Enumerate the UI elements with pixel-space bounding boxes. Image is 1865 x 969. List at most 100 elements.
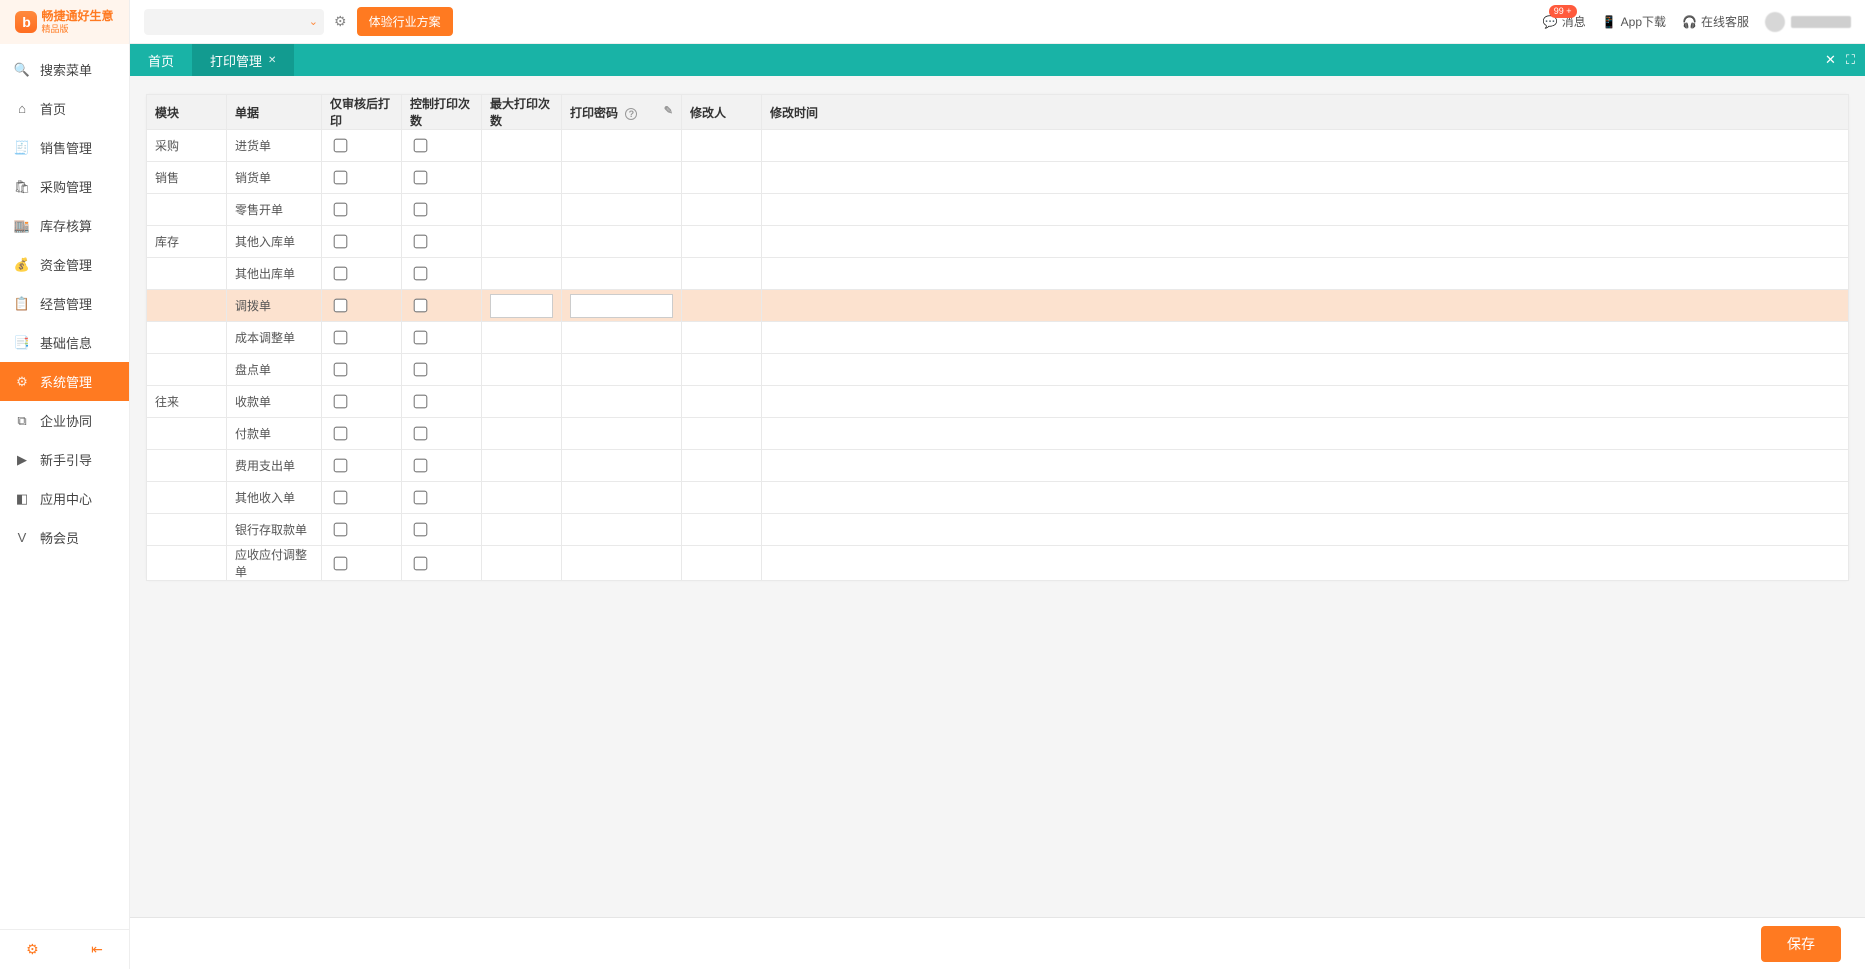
tab-print-mgmt[interactable]: 打印管理 ✕ <box>192 44 294 76</box>
sidebar-item-1[interactable]: ⌂首页 <box>0 89 129 128</box>
account-selector[interactable]: ⌄ <box>144 9 324 35</box>
user-menu[interactable] <box>1765 12 1851 32</box>
ctrl-print-checkbox[interactable] <box>414 139 428 153</box>
account-gear-icon[interactable]: ⚙ <box>334 13 347 30</box>
table-row: 应收应付调整单 <box>147 546 1849 581</box>
audit-print-checkbox[interactable] <box>334 491 348 505</box>
ctrl-print-checkbox[interactable] <box>414 171 428 185</box>
audit-print-cell <box>322 162 402 194</box>
audit-print-cell <box>322 450 402 482</box>
sidebar-item-label: 经营管理 <box>40 294 92 313</box>
sidebar-item-2[interactable]: 🧾销售管理 <box>0 128 129 167</box>
headset-icon: 🎧 <box>1682 15 1697 29</box>
audit-print-checkbox[interactable] <box>334 235 348 249</box>
sidebar-item-11[interactable]: ◧应用中心 <box>0 479 129 518</box>
ctrl-print-cell <box>402 482 482 514</box>
help-icon[interactable]: ? <box>625 108 637 120</box>
sidebar-item-7[interactable]: 📑基础信息 <box>0 323 129 362</box>
promo-button[interactable]: 体验行业方案 <box>357 7 453 36</box>
modifier-cell <box>682 418 762 450</box>
sidebar-item-icon: 🛍 <box>14 179 30 195</box>
sidebar-item-0[interactable]: 🔍搜索菜单 <box>0 50 129 89</box>
sidebar-item-label: 系统管理 <box>40 372 92 391</box>
audit-print-checkbox[interactable] <box>334 363 348 377</box>
sidebar-item-3[interactable]: 🛍采购管理 <box>0 167 129 206</box>
ctrl-print-checkbox[interactable] <box>414 331 428 345</box>
table-row: 库存其他入库单 <box>147 226 1849 258</box>
ctrl-print-checkbox[interactable] <box>414 235 428 249</box>
audit-print-checkbox[interactable] <box>334 459 348 473</box>
app-download-button[interactable]: 📱 App下载 <box>1602 13 1666 30</box>
audit-print-checkbox[interactable] <box>334 331 348 345</box>
sidebar-item-4[interactable]: 🏬库存核算 <box>0 206 129 245</box>
ctrl-print-checkbox[interactable] <box>414 363 428 377</box>
th-doc: 单据 <box>227 95 322 130</box>
ctrl-print-checkbox[interactable] <box>414 491 428 505</box>
ctrl-print-checkbox[interactable] <box>414 523 428 537</box>
modify-time-cell <box>762 194 1849 226</box>
sidebar-item-6[interactable]: 📋经营管理 <box>0 284 129 323</box>
modifier-cell <box>682 514 762 546</box>
audit-print-checkbox[interactable] <box>334 171 348 185</box>
sidebar-item-12[interactable]: V畅会员 <box>0 518 129 557</box>
max-print-cell <box>482 546 562 581</box>
modifier-cell <box>682 322 762 354</box>
sidebar-item-5[interactable]: 💰资金管理 <box>0 245 129 284</box>
audit-print-checkbox[interactable] <box>334 556 348 570</box>
close-icon[interactable]: ✕ <box>268 55 276 66</box>
sidebar-item-9[interactable]: ⧉企业协同 <box>0 401 129 440</box>
message-button[interactable]: 💬 99 + 消息 <box>1543 13 1586 30</box>
audit-print-checkbox[interactable] <box>334 395 348 409</box>
print-pwd-cell <box>562 450 682 482</box>
footer-bar: 保存 <box>130 917 1865 969</box>
ctrl-print-cell <box>402 162 482 194</box>
audit-print-cell <box>322 194 402 226</box>
sidebar-item-8[interactable]: ⚙系统管理 <box>0 362 129 401</box>
audit-print-checkbox[interactable] <box>334 299 348 313</box>
save-button[interactable]: 保存 <box>1761 926 1841 962</box>
gear-icon[interactable]: ⚙ <box>26 941 39 958</box>
fullscreen-icon[interactable]: ⛶ <box>1846 52 1855 68</box>
modify-time-cell <box>762 514 1849 546</box>
sidebar-item-icon: ⧉ <box>14 413 30 429</box>
print-pwd-cell <box>562 514 682 546</box>
ctrl-print-checkbox[interactable] <box>414 203 428 217</box>
ctrl-print-checkbox[interactable] <box>414 267 428 281</box>
doc-cell: 其他收入单 <box>227 482 322 514</box>
audit-print-checkbox[interactable] <box>334 139 348 153</box>
modifier-cell <box>682 194 762 226</box>
audit-print-cell <box>322 546 402 581</box>
audit-print-checkbox[interactable] <box>334 267 348 281</box>
audit-print-checkbox[interactable] <box>334 427 348 441</box>
table-row: 调拨单 <box>147 290 1849 322</box>
tab-home[interactable]: 首页 <box>130 44 192 76</box>
print-pwd-input[interactable] <box>570 294 673 318</box>
ctrl-print-checkbox[interactable] <box>414 299 428 313</box>
sidebar-item-icon: ⌂ <box>14 101 30 117</box>
module-cell <box>147 194 227 226</box>
audit-print-checkbox[interactable] <box>334 523 348 537</box>
tab-print-mgmt-label: 打印管理 <box>210 51 262 70</box>
modify-time-cell <box>762 354 1849 386</box>
ctrl-print-checkbox[interactable] <box>414 556 428 570</box>
doc-cell: 应收应付调整单 <box>227 546 322 581</box>
sidebar-item-icon: 🏬 <box>14 218 30 234</box>
brand-block: b 畅捷通好生意 精品版 <box>0 0 129 44</box>
edit-icon[interactable]: ✎ <box>664 104 673 117</box>
close-tab-icon[interactable]: ✕ <box>1825 52 1836 68</box>
app-download-label: App下载 <box>1621 13 1666 30</box>
collapse-icon[interactable]: ⇤ <box>91 941 103 958</box>
ctrl-print-checkbox[interactable] <box>414 395 428 409</box>
th-print-pwd: 打印密码 ? ✎ <box>562 95 682 130</box>
audit-print-cell <box>322 386 402 418</box>
table-row: 成本调整单 <box>147 322 1849 354</box>
online-service-button[interactable]: 🎧 在线客服 <box>1682 13 1749 30</box>
ctrl-print-checkbox[interactable] <box>414 459 428 473</box>
ctrl-print-cell <box>402 514 482 546</box>
sidebar-item-10[interactable]: ▶新手引导 <box>0 440 129 479</box>
ctrl-print-checkbox[interactable] <box>414 427 428 441</box>
max-print-input[interactable] <box>490 294 553 318</box>
modify-time-cell <box>762 290 1849 322</box>
modify-time-cell <box>762 386 1849 418</box>
audit-print-checkbox[interactable] <box>334 203 348 217</box>
